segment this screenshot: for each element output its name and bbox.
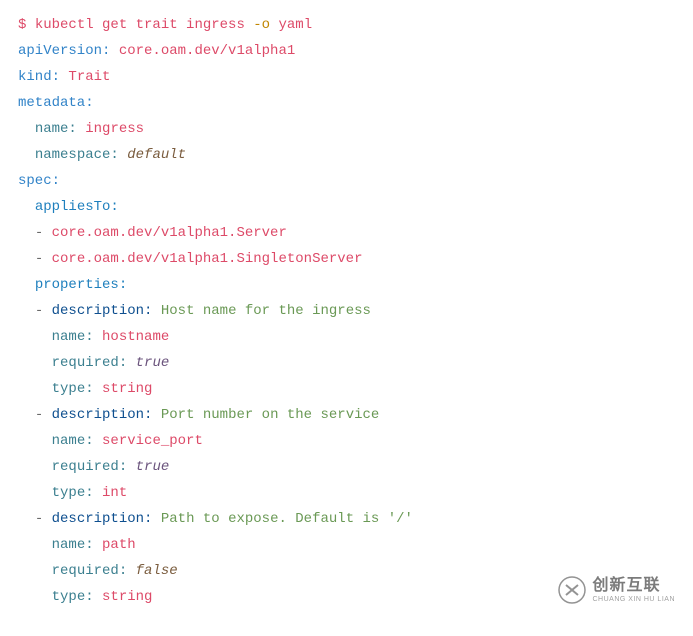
key-description: description: <box>52 303 153 319</box>
key-spec: spec: <box>18 173 60 189</box>
key-required: required: <box>52 563 128 579</box>
code-block: $ kubectl get trait ingress -o yaml apiV… <box>18 12 675 610</box>
val-name: service_port <box>102 433 203 449</box>
val-type: string <box>102 589 152 605</box>
key-metadata: metadata: <box>18 95 94 111</box>
val-description: Host name for the ingress <box>161 303 371 319</box>
cmd-arg: yaml <box>278 17 312 33</box>
val-kind: Trait <box>68 69 110 85</box>
prompt: $ <box>18 17 26 33</box>
key-type: type: <box>52 589 94 605</box>
key-required: required: <box>52 459 128 475</box>
val-required: true <box>136 355 170 371</box>
applies-item: core.oam.dev/v1alpha1.Server <box>52 225 287 241</box>
key-appliesTo: appliesTo: <box>35 199 119 215</box>
key-description: description: <box>52 407 153 423</box>
dash: - <box>35 225 43 241</box>
val-description: Path to expose. Default is '/' <box>161 511 413 527</box>
val-name: hostname <box>102 329 169 345</box>
key-apiVersion: apiVersion: <box>18 43 110 59</box>
key-name: name: <box>52 537 94 553</box>
key-type: type: <box>52 381 94 397</box>
key-properties: properties: <box>35 277 127 293</box>
key-required: required: <box>52 355 128 371</box>
watermark-cn: 创新互联 <box>592 578 675 594</box>
key-kind: kind: <box>18 69 60 85</box>
key-namespace: namespace: <box>35 147 119 163</box>
val-description: Port number on the service <box>161 407 379 423</box>
val-required: false <box>136 563 178 579</box>
val-type: int <box>102 485 127 501</box>
val-apiVersion: core.oam.dev/v1alpha1 <box>119 43 295 59</box>
dash: - <box>35 251 43 267</box>
val-name: path <box>102 537 136 553</box>
key-name: name: <box>52 433 94 449</box>
cmd: kubectl get trait ingress <box>35 17 245 33</box>
val-required: true <box>136 459 170 475</box>
val-type: string <box>102 381 152 397</box>
val-name: ingress <box>85 121 144 137</box>
key-name: name: <box>35 121 77 137</box>
key-type: type: <box>52 485 94 501</box>
logo-icon <box>558 576 586 604</box>
watermark: 创新互联 CHUANG XIN HU LIAN <box>558 576 675 604</box>
key-description: description: <box>52 511 153 527</box>
cmd-flag: -o <box>253 17 270 33</box>
watermark-en: CHUANG XIN HU LIAN <box>592 596 675 603</box>
val-namespace: default <box>127 147 186 163</box>
dash: - <box>35 303 43 319</box>
dash: - <box>35 511 43 527</box>
key-name: name: <box>52 329 94 345</box>
dash: - <box>35 407 43 423</box>
applies-item: core.oam.dev/v1alpha1.SingletonServer <box>52 251 363 267</box>
